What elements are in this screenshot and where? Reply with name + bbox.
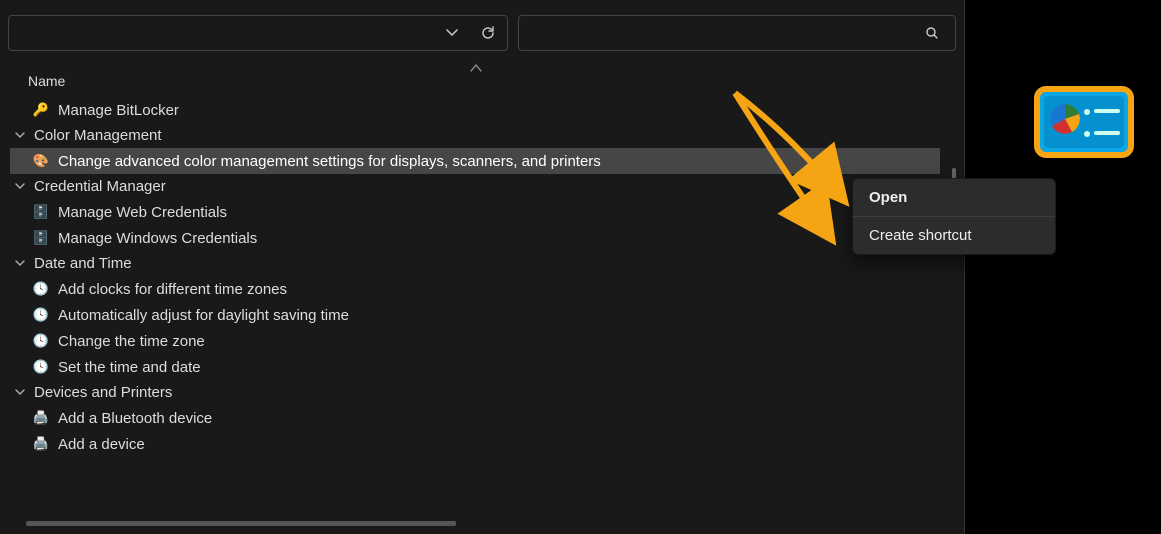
palette-icon: 🎨 (32, 152, 50, 170)
context-menu: Open Create shortcut (852, 178, 1056, 255)
sort-indicator-icon (470, 63, 482, 73)
list-item-label: Add a Bluetooth device (58, 410, 212, 427)
results-list: 🔑 Manage BitLocker Color Management 🎨 Change… (10, 97, 940, 457)
content-area: Name 🔑 Manage BitLocker Color Management 🎨 C… (0, 63, 964, 534)
chevron-down-icon (14, 180, 28, 192)
list-item-label: Add clocks for different time zones (58, 281, 287, 298)
list-item-set-time-date[interactable]: 🕓 Set the time and date (10, 354, 940, 380)
safe-icon: 🗄️ (32, 229, 50, 247)
list-item-label: Change advanced color management setting… (58, 153, 601, 170)
search-bar[interactable] (518, 15, 956, 51)
address-bar[interactable] (8, 15, 508, 51)
group-header-credential-manager[interactable]: Credential Manager (10, 174, 940, 199)
context-menu-create-shortcut[interactable]: Create shortcut (853, 217, 1055, 254)
group-label: Credential Manager (34, 178, 166, 195)
list-item-change-color-settings[interactable]: 🎨 Change advanced color management settin… (10, 148, 940, 174)
list-item-manage-web-credentials[interactable]: 🗄️ Manage Web Credentials (10, 199, 940, 225)
device-icon: 🖨️ (32, 435, 50, 453)
clock-icon: 🕓 (32, 306, 50, 324)
list-item-label: Automatically adjust for daylight saving… (58, 307, 349, 324)
list-item-add-clocks[interactable]: 🕓 Add clocks for different time zones (10, 276, 940, 302)
group-header-color-management[interactable]: Color Management (10, 123, 940, 148)
control-panel-icon (1034, 86, 1134, 158)
list-item-add-device[interactable]: 🖨️ Add a device (10, 431, 940, 457)
safe-icon: 🗄️ (32, 203, 50, 221)
list-item-label: Set the time and date (58, 359, 201, 376)
list-item-label: Manage Web Credentials (58, 204, 227, 221)
column-header-name[interactable]: Name (10, 63, 962, 97)
clock-icon: 🕓 (32, 358, 50, 376)
list-item-label: Manage Windows Credentials (58, 230, 257, 247)
list-item-manage-windows-credentials[interactable]: 🗄️ Manage Windows Credentials (10, 225, 940, 251)
clock-icon: 🕓 (32, 332, 50, 350)
chevron-down-icon (14, 257, 28, 269)
chevron-down-icon (14, 386, 28, 398)
key-icon: 🔑 (32, 101, 50, 119)
list-item-add-bluetooth[interactable]: 🖨️ Add a Bluetooth device (10, 405, 940, 431)
group-header-devices-and-printers[interactable]: Devices and Printers (10, 380, 940, 405)
group-label: Color Management (34, 127, 162, 144)
context-menu-open[interactable]: Open (853, 179, 1055, 216)
search-icon (923, 24, 941, 42)
toolbar (0, 0, 964, 63)
history-dropdown-button[interactable] (443, 24, 461, 42)
list-item-label: Add a device (58, 436, 145, 453)
list-item-label: Manage BitLocker (58, 102, 179, 119)
device-icon: 🖨️ (32, 409, 50, 427)
list-item-auto-dst[interactable]: 🕓 Automatically adjust for daylight savin… (10, 302, 940, 328)
list-item-change-timezone[interactable]: 🕓 Change the time zone (10, 328, 940, 354)
list-item-manage-bitlocker[interactable]: 🔑 Manage BitLocker (10, 97, 940, 123)
explorer-window: Name 🔑 Manage BitLocker Color Management 🎨 C… (0, 0, 965, 534)
chevron-down-icon (14, 129, 28, 141)
refresh-button[interactable] (479, 24, 497, 42)
horizontal-scrollbar[interactable] (26, 521, 456, 526)
group-label: Devices and Printers (34, 384, 172, 401)
clock-icon: 🕓 (32, 280, 50, 298)
group-header-date-and-time[interactable]: Date and Time (10, 251, 940, 276)
list-item-label: Change the time zone (58, 333, 205, 350)
group-label: Date and Time (34, 255, 132, 272)
